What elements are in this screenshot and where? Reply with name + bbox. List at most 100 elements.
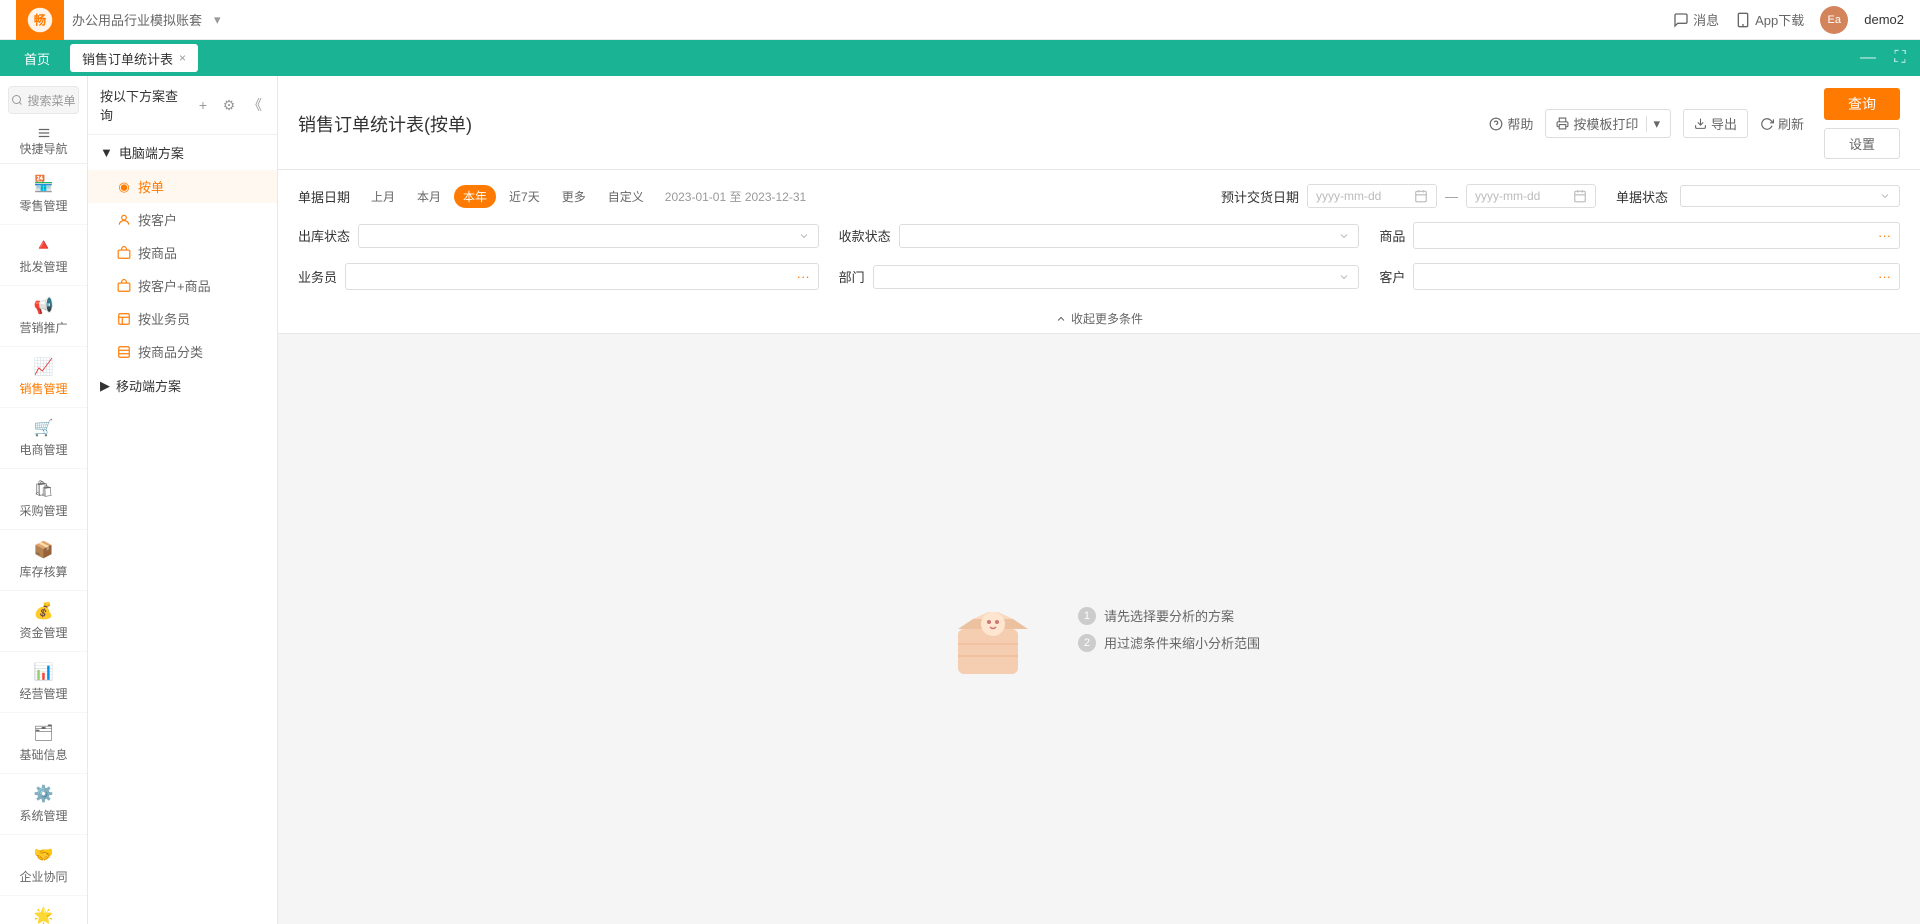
left-panel-title: 按以下方案查询: [100, 86, 187, 124]
template-print-arrow[interactable]: ▾: [1646, 116, 1660, 132]
purchase-icon: 🛍: [34, 479, 54, 499]
staff-input[interactable]: ···: [345, 263, 819, 290]
logo-icon: 畅: [26, 6, 54, 34]
marketing-icon: 📢: [34, 296, 54, 316]
maximize-window-button[interactable]: ⛶: [1888, 46, 1912, 70]
page-header-actions: 帮助 按模板打印 ▾ 导出 刷新: [1489, 88, 1900, 159]
right-content: 销售订单统计表(按单) 帮助 按模板打印 ▾ 导出: [278, 76, 1920, 924]
topbar-right: 消息 App下载 Ea demo2: [1673, 6, 1904, 34]
sidebar-item-marketing[interactable]: 📢 营销推广: [0, 286, 87, 347]
sidebar-item-purchase[interactable]: 🛍 采购管理: [0, 469, 87, 530]
tab-close-button[interactable]: ×: [179, 51, 186, 65]
mobile-scheme-group-title[interactable]: ▶ 移动端方案: [88, 368, 277, 403]
quick-nav-button[interactable]: 快捷导航: [0, 120, 87, 164]
ecommerce-icon: 🛒: [34, 418, 54, 438]
goods-more-button[interactable]: ···: [1878, 228, 1891, 243]
svg-text:畅: 畅: [34, 12, 46, 27]
filter-row-3: 业务员 ··· 部门 客户: [278, 263, 1920, 304]
scheme-settings-button[interactable]: ⚙: [219, 95, 239, 115]
sidebar-item-retail[interactable]: 🏪 零售管理: [0, 164, 87, 225]
filter-row-2: 出库状态 收款状态 商品: [278, 222, 1920, 263]
search-menu-button[interactable]: 搜索菜单: [8, 86, 79, 114]
scheme-item-by-staff[interactable]: 按业务员: [88, 302, 277, 335]
dept-select[interactable]: [873, 265, 1360, 289]
query-button[interactable]: 查询: [1824, 88, 1900, 120]
sidebar-item-system[interactable]: ⚙️ 系统管理: [0, 774, 87, 835]
scheme-item-by-category[interactable]: 按商品分类: [88, 335, 277, 368]
goods-input[interactable]: ···: [1413, 222, 1900, 249]
staff-more-button[interactable]: ···: [797, 269, 810, 284]
out-status-group: 出库状态: [298, 224, 819, 248]
scheme-item-by-customer[interactable]: 按客户: [88, 203, 277, 236]
mobile-scheme-group: ▶ 移动端方案: [88, 368, 277, 403]
content: 按以下方案查询 + ⚙ 《 ▼ 电脑端方案 ◉ 按单: [88, 76, 1920, 924]
collect-status-select[interactable]: [899, 224, 1360, 248]
sidebar-item-basic[interactable]: 🗂 基础信息: [0, 713, 87, 774]
by-cust-goods-icon: [116, 278, 132, 294]
doc-status-group: 单据状态: [1616, 185, 1900, 207]
settings-button[interactable]: 设置: [1824, 128, 1900, 159]
refresh-icon: [1760, 117, 1774, 131]
template-print-button[interactable]: 按模板打印 ▾: [1545, 109, 1671, 138]
expected-date-label: 预计交货日期: [1221, 187, 1299, 206]
sidebar-item-wholesale[interactable]: 🔺 批发管理: [0, 225, 87, 286]
expected-date-start-input[interactable]: yyyy-mm-dd: [1307, 184, 1437, 208]
this-year-btn[interactable]: 本年: [454, 185, 496, 208]
pc-scheme-group-title[interactable]: ▼ 电脑端方案: [88, 135, 277, 170]
last7-btn[interactable]: 近7天: [500, 185, 549, 208]
doc-status-arrow-icon: [1879, 190, 1891, 202]
topbar-left: 畅 办公用品行业模拟账套 ▾: [16, 0, 221, 40]
by-customer-icon: [116, 212, 132, 228]
last-month-btn[interactable]: 上月: [362, 185, 404, 208]
this-month-btn[interactable]: 本月: [408, 185, 450, 208]
dept-arrow-icon: [1338, 271, 1350, 283]
sidebar-item-ecommerce[interactable]: 🛒 电商管理: [0, 408, 87, 469]
basic-icon: 🗂: [34, 723, 54, 743]
logo: 畅: [16, 0, 64, 40]
collapse-filter-button[interactable]: 收起更多条件: [278, 304, 1920, 334]
empty-tip-2: 2 用过滤条件来缩小分析范围: [1078, 633, 1260, 652]
minimize-window-button[interactable]: —: [1856, 46, 1880, 70]
filter-section: 单据日期 上月 本月 本年 近7天 更多 自定义 2023-01-01 至 20…: [278, 170, 1920, 334]
export-button[interactable]: 导出: [1683, 109, 1748, 138]
scheme-item-by-order[interactable]: ◉ 按单: [88, 170, 277, 203]
custom-date-btn[interactable]: 自定义: [599, 185, 653, 208]
tip-num-2: 2: [1078, 634, 1096, 652]
out-status-label: 出库状态: [298, 226, 350, 245]
enterprise-icon: 🤝: [34, 845, 54, 865]
quick-nav-icon: [37, 126, 51, 140]
left-panel-actions: + ⚙ 《: [193, 95, 265, 115]
doc-status-select[interactable]: [1680, 185, 1900, 207]
sidebar-item-inventory[interactable]: 📦 库存核算: [0, 530, 87, 591]
scheme-item-by-goods[interactable]: 按商品: [88, 236, 277, 269]
sidebar-item-sales[interactable]: 📈 销售管理: [0, 347, 87, 408]
sidebar-item-finance[interactable]: 💰 资金管理: [0, 591, 87, 652]
avatar[interactable]: Ea: [1820, 6, 1848, 34]
customer-more-button[interactable]: ···: [1878, 269, 1891, 284]
refresh-button[interactable]: 刷新: [1760, 114, 1804, 133]
empty-illustration: [938, 574, 1048, 684]
download-icon: [1735, 12, 1751, 28]
add-scheme-button[interactable]: +: [193, 95, 213, 115]
sidebar-item-newbie[interactable]: 🌟 新手引导: [0, 896, 87, 924]
out-status-arrow-icon: [798, 230, 810, 242]
scheme-item-by-cust-goods[interactable]: 按客户+商品: [88, 269, 277, 302]
calendar-icon: [1414, 189, 1428, 203]
app-download-button[interactable]: App下载: [1735, 10, 1804, 29]
help-button[interactable]: 帮助: [1489, 114, 1533, 133]
more-date-btn[interactable]: 更多: [553, 185, 595, 208]
tab-active[interactable]: 销售订单统计表 ×: [70, 44, 198, 72]
tab-home[interactable]: 首页: [8, 44, 66, 72]
system-icon: ⚙️: [34, 784, 54, 804]
pc-scheme-group: ▼ 电脑端方案 ◉ 按单 按客户 按商品: [88, 135, 277, 368]
sidebar-item-enterprise[interactable]: 🤝 企业协同: [0, 835, 87, 896]
expected-date-end-input[interactable]: yyyy-mm-dd: [1466, 184, 1596, 208]
out-status-select[interactable]: [358, 224, 819, 248]
message-button[interactable]: 消息: [1673, 10, 1719, 29]
customer-label: 客户: [1379, 267, 1405, 286]
customer-input[interactable]: ···: [1413, 263, 1900, 290]
app-title-arrow[interactable]: ▾: [214, 12, 221, 28]
sidebar-item-operation[interactable]: 📊 经营管理: [0, 652, 87, 713]
by-order-icon: ◉: [116, 179, 132, 195]
collapse-panel-button[interactable]: 《: [245, 95, 265, 115]
